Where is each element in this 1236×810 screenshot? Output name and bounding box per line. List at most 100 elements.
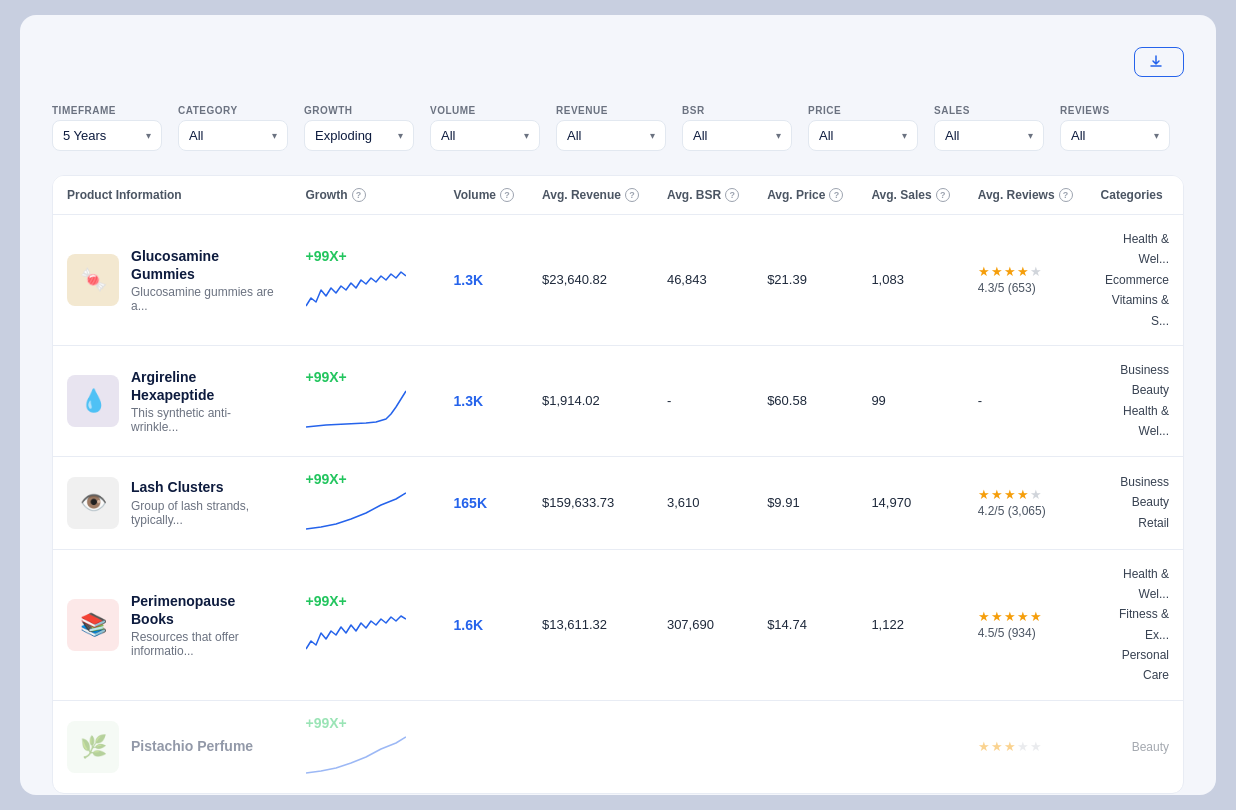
revenue-value: $23,640.82 [542,272,607,287]
filter-select-volume[interactable]: All ▾ [430,120,540,151]
categories-cell: BusinessBeautyHealth & Wel... [1087,345,1183,456]
help-icon[interactable]: ? [500,188,514,202]
filter-select-price[interactable]: All ▾ [808,120,918,151]
product-cell: 👁️ Lash Clusters Group of lash strands, … [53,456,292,549]
star-full: ★ [991,609,1003,624]
download-icon [1149,55,1163,69]
volume-cell: 1.3K [440,215,528,346]
star-full: ★ [1004,487,1016,502]
help-icon[interactable]: ? [725,188,739,202]
star-full: ★ [1017,264,1029,279]
price-cell [753,700,857,793]
filter-group-category: CATEGORY All ▾ [178,105,288,151]
filter-label: SALES [934,105,1044,116]
filter-group-price: PRICE All ▾ [808,105,918,151]
chevron-down-icon: ▾ [1028,130,1033,141]
star-full: ★ [991,487,1003,502]
filter-select-bsr[interactable]: All ▾ [682,120,792,151]
filter-group-volume: VOLUME All ▾ [430,105,540,151]
sales-cell: 1,083 [857,215,963,346]
star-full: ★ [991,264,1003,279]
chevron-down-icon: ▾ [650,130,655,141]
price-cell: $60.58 [753,345,857,456]
filter-select-timeframe[interactable]: 5 Years ▾ [52,120,162,151]
category-item: Health & Wel... [1101,564,1169,605]
revenue-value: $159,633.73 [542,495,614,510]
category-item: Beauty [1101,380,1169,400]
filter-label: REVENUE [556,105,666,116]
product-cell: 💧 Argireline Hexapeptide This synthetic … [53,345,292,456]
growth-badge: +99X+ [306,715,347,731]
price-value: $21.39 [767,272,807,287]
main-card: TIMEFRAME 5 Years ▾ CATEGORY All ▾ GROWT… [20,15,1216,795]
volume-value: 1.3K [454,393,484,409]
bsr-cell: 46,843 [653,215,753,346]
growth-cell: +99X+ [292,700,440,793]
chevron-down-icon: ▾ [524,130,529,141]
help-icon[interactable]: ? [829,188,843,202]
filter-label: VOLUME [430,105,540,116]
bsr-value: 46,843 [667,272,707,287]
product-info: Argireline Hexapeptide This synthetic an… [131,368,278,434]
star-full: ★ [1004,739,1016,754]
star-full: ★ [978,264,990,279]
sparkline-chart [306,613,406,657]
category-item: Health & Wel... [1101,401,1169,442]
star-rating: ★★★★★ [978,609,1073,624]
product-cell: 🍬 Glucosamine Gummies Glucosamine gummie… [53,215,292,346]
product-info: Glucosamine Gummies Glucosamine gummies … [131,247,278,313]
product-description: Glucosamine gummies are a... [131,285,278,313]
star-full: ★ [1017,609,1029,624]
chevron-down-icon: ▾ [398,130,403,141]
category-item: Personal Care [1101,645,1169,686]
help-icon[interactable]: ? [936,188,950,202]
filter-label: PRICE [808,105,918,116]
chevron-down-icon: ▾ [902,130,907,141]
filter-group-reviews: REVIEWS All ▾ [1060,105,1170,151]
volume-cell [440,700,528,793]
col-header-product-information: Product Information [53,176,292,215]
bsr-cell: - [653,345,753,456]
product-name: Glucosamine Gummies [131,247,278,283]
product-name: Lash Clusters [131,478,278,496]
filter-label: GROWTH [304,105,414,116]
col-header-avg--price: Avg. Price? [753,176,857,215]
category-item: Beauty [1101,737,1169,757]
revenue-cell: $1,914.02 [528,345,653,456]
sales-value: 1,083 [871,272,904,287]
star-empty: ★ [1030,264,1042,279]
table-row: 💧 Argireline Hexapeptide This synthetic … [53,345,1183,456]
categories-cell: Health & Wel...EcommerceVitamins & S... [1087,215,1183,346]
table-row: 🍬 Glucosamine Gummies Glucosamine gummie… [53,215,1183,346]
filter-label: CATEGORY [178,105,288,116]
star-full: ★ [1004,264,1016,279]
filter-select-category[interactable]: All ▾ [178,120,288,151]
filter-select-revenue[interactable]: All ▾ [556,120,666,151]
product-info: Lash Clusters Group of lash strands, typ… [131,478,278,526]
filter-group-bsr: BSR All ▾ [682,105,792,151]
filter-select-growth[interactable]: Exploding ▾ [304,120,414,151]
category-item: Retail [1101,513,1169,533]
sales-value: 14,970 [871,495,911,510]
col-header-volume: Volume? [440,176,528,215]
product-info: Perimenopause Books Resources that offer… [131,592,278,658]
filter-select-sales[interactable]: All ▾ [934,120,1044,151]
product-cell: 📚 Perimenopause Books Resources that off… [53,549,292,700]
help-icon[interactable]: ? [352,188,366,202]
filter-group-revenue: REVENUE All ▾ [556,105,666,151]
col-header-avg--sales: Avg. Sales? [857,176,963,215]
col-header-avg--reviews: Avg. Reviews? [964,176,1087,215]
help-icon[interactable]: ? [625,188,639,202]
star-full: ★ [978,739,990,754]
star-rating: ★★★★★ [978,264,1073,279]
revenue-cell: $13,611.32 [528,549,653,700]
filter-label: REVIEWS [1060,105,1170,116]
growth-cell: +99X+ [292,549,440,700]
star-empty: ★ [1017,739,1029,754]
export-button[interactable] [1134,47,1184,77]
help-icon[interactable]: ? [1059,188,1073,202]
star-rating: ★★★★★ [978,487,1073,502]
bsr-value: 307,690 [667,617,714,632]
star-full: ★ [1017,487,1029,502]
filter-select-reviews[interactable]: All ▾ [1060,120,1170,151]
